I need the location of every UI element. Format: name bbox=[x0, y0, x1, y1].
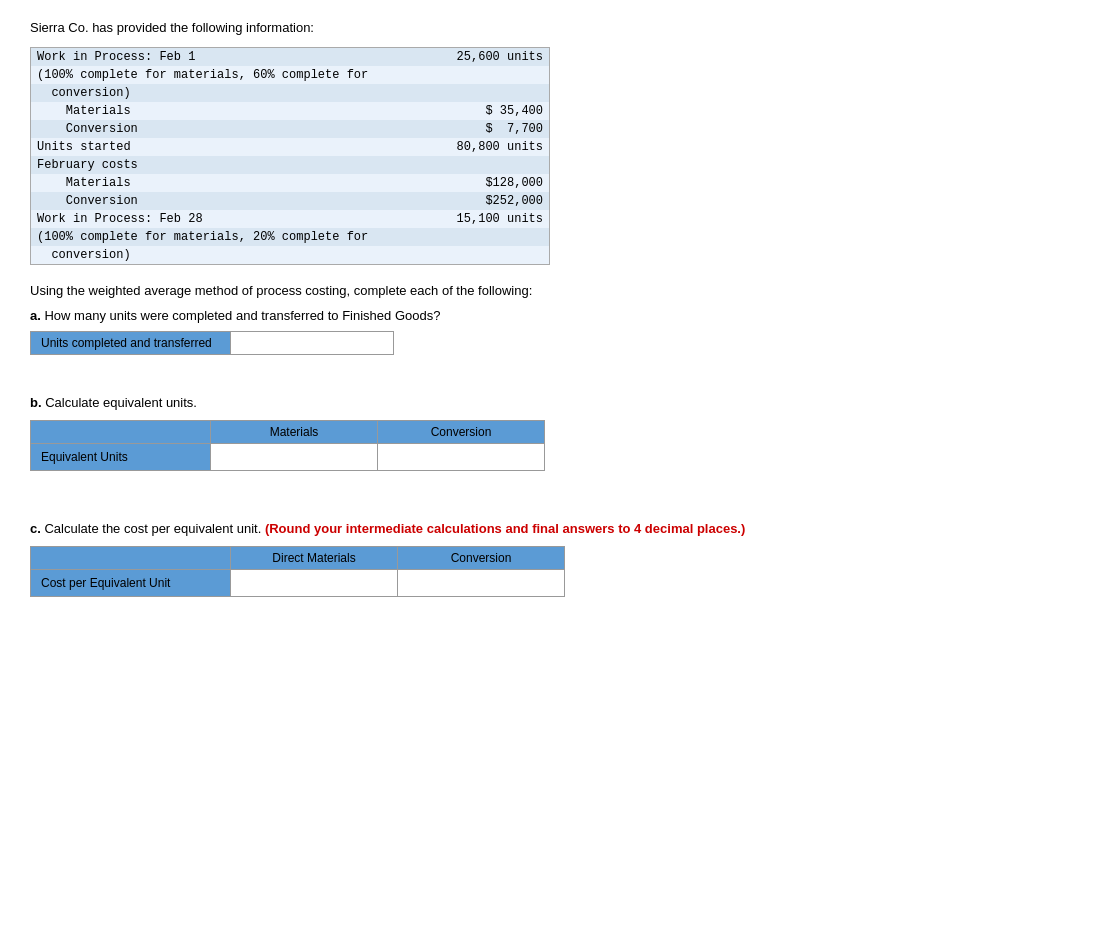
question-c-bold: c. bbox=[30, 521, 41, 536]
cost-row-label: Cost per Equivalent Unit bbox=[31, 570, 231, 597]
info-row-value bbox=[434, 66, 550, 84]
units-completed-table: Units completed and transferred bbox=[30, 331, 394, 355]
method-text: Using the weighted average method of pro… bbox=[30, 283, 1085, 298]
question-a-bold: a. bbox=[30, 308, 41, 323]
info-row-value bbox=[434, 84, 550, 102]
equiv-row-label: Equivalent Units bbox=[31, 444, 211, 471]
equiv-conversion-cell[interactable] bbox=[378, 444, 545, 471]
cost-materials-input[interactable] bbox=[237, 574, 391, 592]
cost-conversion-cell[interactable] bbox=[398, 570, 565, 597]
info-row-value: 25,600 units bbox=[434, 48, 550, 67]
info-row-value: 15,100 units bbox=[434, 210, 550, 228]
equivalent-units-table: Materials Conversion Equivalent Units bbox=[30, 420, 545, 471]
question-a-text: How many units were completed and transf… bbox=[44, 308, 440, 323]
info-row-label: conversion) bbox=[31, 84, 434, 102]
question-c-label: c. Calculate the cost per equivalent uni… bbox=[30, 521, 1085, 536]
units-input-cell[interactable] bbox=[231, 332, 394, 355]
question-a-label: a. How many units were completed and tra… bbox=[30, 308, 1085, 323]
info-row-label: (100% complete for materials, 20% comple… bbox=[31, 228, 434, 246]
info-row-value: 80,800 units bbox=[434, 138, 550, 156]
info-row-value bbox=[434, 228, 550, 246]
cost-materials-cell[interactable] bbox=[231, 570, 398, 597]
info-row-label: Materials bbox=[31, 102, 434, 120]
equiv-header-materials: Materials bbox=[211, 421, 378, 444]
info-row-label: Work in Process: Feb 28 bbox=[31, 210, 434, 228]
info-table: Work in Process: Feb 1 25,600 units (100… bbox=[30, 47, 550, 265]
info-row-label: Materials bbox=[31, 174, 434, 192]
intro-text: Sierra Co. has provided the following in… bbox=[30, 20, 1085, 35]
info-row-label: Work in Process: Feb 1 bbox=[31, 48, 434, 67]
equiv-header-empty bbox=[31, 421, 211, 444]
info-row-value: $128,000 bbox=[434, 174, 550, 192]
question-b-label: b. Calculate equivalent units. bbox=[30, 395, 1085, 410]
cost-header-conversion: Conversion bbox=[398, 547, 565, 570]
equiv-header-conversion: Conversion bbox=[378, 421, 545, 444]
cost-header-empty bbox=[31, 547, 231, 570]
units-completed-input[interactable] bbox=[235, 334, 389, 352]
question-c-note: (Round your intermediate calculations an… bbox=[265, 521, 745, 536]
info-row-value: $ 35,400 bbox=[434, 102, 550, 120]
info-row-label: Units started bbox=[31, 138, 434, 156]
question-c-text: Calculate the cost per equivalent unit. bbox=[44, 521, 261, 536]
info-row-value: $252,000 bbox=[434, 192, 550, 210]
info-row-value bbox=[434, 246, 550, 265]
question-b-bold: b. bbox=[30, 395, 42, 410]
question-b-text: Calculate equivalent units. bbox=[45, 395, 197, 410]
equiv-materials-input[interactable] bbox=[217, 448, 371, 466]
units-label: Units completed and transferred bbox=[31, 332, 231, 355]
cost-header-materials: Direct Materials bbox=[231, 547, 398, 570]
info-row-label: (100% complete for materials, 60% comple… bbox=[31, 66, 434, 84]
info-row-value bbox=[434, 156, 550, 174]
info-row-label: Conversion bbox=[31, 120, 434, 138]
equiv-materials-cell[interactable] bbox=[211, 444, 378, 471]
equiv-conversion-input[interactable] bbox=[384, 448, 538, 466]
info-row-label: February costs bbox=[31, 156, 434, 174]
info-row-label: Conversion bbox=[31, 192, 434, 210]
cost-per-unit-table: Direct Materials Conversion Cost per Equ… bbox=[30, 546, 565, 597]
cost-conversion-input[interactable] bbox=[404, 574, 558, 592]
info-row-value: $ 7,700 bbox=[434, 120, 550, 138]
info-row-label: conversion) bbox=[31, 246, 434, 265]
